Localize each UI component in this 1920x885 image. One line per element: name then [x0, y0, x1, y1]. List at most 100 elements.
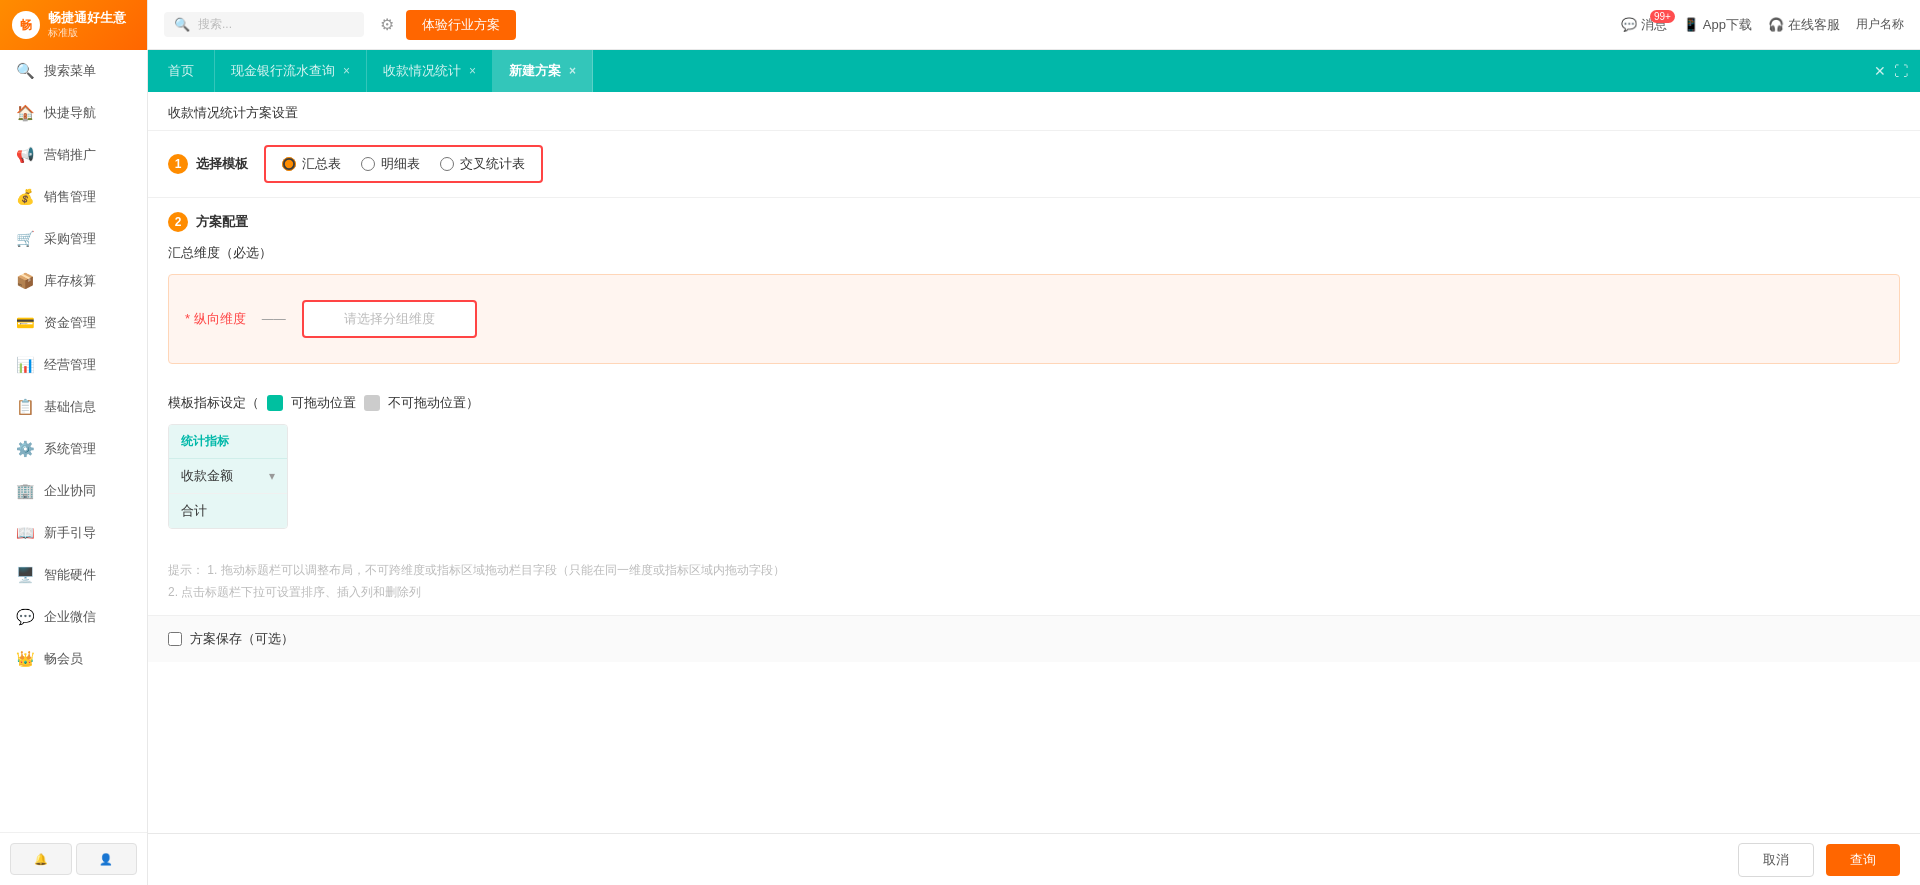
header-search-text: 搜索... — [198, 16, 232, 33]
metrics-subtotal: 合计 — [169, 494, 287, 528]
metrics-hint-row: 模板指标设定（ 可拖动位置 不可拖动位置） — [168, 394, 1900, 412]
sidebar-item-7[interactable]: 📊经营管理 — [0, 344, 147, 386]
radio-summary[interactable]: 汇总表 — [282, 155, 341, 173]
tab-close-3[interactable]: × — [569, 64, 576, 78]
page-content: 收款情况统计方案设置 1 选择模板 汇总表 明细 — [148, 92, 1920, 833]
dimension-area: * 纵向维度 —— 请选择分组维度 — [168, 274, 1900, 364]
sidebar-icon-3: 💰 — [16, 188, 34, 206]
step1-badge: 1 — [168, 154, 188, 174]
metrics-header: 统计指标 — [169, 425, 287, 459]
sidebar-icon-4: 🛒 — [16, 230, 34, 248]
tab-label-0: 首页 — [168, 62, 194, 80]
arrow-icon: —— — [262, 312, 286, 326]
message-badge[interactable]: 💬 消息 99+ — [1621, 16, 1667, 34]
query-button[interactable]: 查询 — [1826, 844, 1900, 876]
tip-2: 2. 点击标题栏下拉可设置排序、插入列和删除列 — [168, 582, 1900, 604]
sidebar-item-9[interactable]: ⚙️ 系统管理 — [0, 428, 147, 470]
sidebar-icon-1: 🏠 — [16, 104, 34, 122]
sidebar-label-8: 基础信息 — [44, 398, 96, 416]
sidebar-label-0: 搜索菜单 — [44, 62, 96, 80]
sidebar-item-0[interactable]: 🔍 搜索菜单 — [0, 50, 147, 92]
tab-1[interactable]: 现金银行流水查询 × — [215, 50, 367, 92]
footer-section: 方案保存（可选） — [148, 615, 1920, 662]
sidebar-bottom-btn-1[interactable]: 🔔 — [10, 843, 72, 875]
sidebar-item-13[interactable]: 💬企业微信 — [0, 596, 147, 638]
tab-label-1: 现金银行流水查询 — [231, 62, 335, 80]
sidebar-item-1[interactable]: 🏠 快捷导航 — [0, 92, 147, 134]
sidebar-label-14: 畅会员 — [44, 650, 83, 668]
app-name: 畅捷通好生意 — [48, 10, 126, 26]
sidebar-label-10: 企业协同 — [44, 482, 96, 500]
tab-0[interactable]: 首页 — [148, 50, 215, 92]
tab-close-1[interactable]: × — [343, 64, 350, 78]
sidebar-icon-11: 📖 — [16, 524, 34, 542]
sidebar-icon-5: 📦 — [16, 272, 34, 290]
sidebar-icon-12: 🖥️ — [16, 566, 34, 584]
download-label: App下载 — [1703, 16, 1752, 34]
top-header: 🔍 搜索... ⚙ 体验行业方案 💬 消息 99+ 📱 App下载 🎧 在线客服… — [148, 0, 1920, 50]
content-area: 收款情况统计方案设置 1 选择模板 汇总表 明细 — [148, 92, 1920, 833]
sidebar-item-3[interactable]: 💰销售管理 — [0, 176, 147, 218]
sidebar-icon-2: 📢 — [16, 146, 34, 164]
search-icon: 🔍 — [174, 17, 190, 32]
sidebar-item-14[interactable]: 👑 畅会员 — [0, 638, 147, 680]
sidebar-label-7: 经营管理 — [44, 356, 96, 374]
dimension-select[interactable]: 请选择分组维度 — [302, 300, 477, 338]
metrics-table-area: 统计指标 收款金额 ▾ 合计 — [168, 424, 288, 529]
settings-icon[interactable]: ⚙ — [380, 15, 394, 34]
tab-close-2[interactable]: × — [469, 64, 476, 78]
tab-label-3: 新建方案 — [509, 62, 561, 80]
metrics-section: 模板指标设定（ 可拖动位置 不可拖动位置） 统计指标 收款金额 ▾ 合计 — [148, 394, 1920, 548]
message-icon: 💬 — [1621, 17, 1637, 32]
sidebar-icon-8: 📋 — [16, 398, 34, 416]
sidebar-item-8[interactable]: 📋 基础信息 — [0, 386, 147, 428]
maximize-window-icon[interactable]: ⛶ — [1894, 63, 1908, 79]
step2-label: 方案配置 — [196, 213, 248, 231]
header-actions: 💬 消息 99+ 📱 App下载 🎧 在线客服 用户名称 — [1621, 16, 1904, 34]
tab-2[interactable]: 收款情况统计 × — [367, 50, 493, 92]
window-btns: ✕ ⛶ — [1874, 63, 1920, 79]
sidebar-item-4[interactable]: 🛒采购管理 — [0, 218, 147, 260]
message-count: 99+ — [1650, 10, 1675, 23]
save-checkbox[interactable] — [168, 632, 182, 646]
draggable-badge — [267, 395, 283, 411]
tab-bar: 首页 现金银行流水查询 × 收款情况统计 × 新建方案 × ✕ ⛶ — [148, 50, 1920, 92]
tip-1: 提示： 1. 拖动标题栏可以调整布局，不可跨维度或指标区域拖动栏目字段（只能在同… — [168, 560, 1900, 582]
sidebar-icon-0: 🔍 — [16, 62, 34, 80]
sidebar-icon-13: 💬 — [16, 608, 34, 626]
plan-config-section: 2 方案配置 汇总维度（必选） * 纵向维度 —— 请选择分组维度 — [148, 198, 1920, 394]
step1-label: 选择模板 — [196, 155, 248, 173]
bottom-action-bar: 取消 查询 — [148, 833, 1920, 885]
sidebar-item-2[interactable]: 📢 营销推广 — [0, 134, 147, 176]
radio-detail[interactable]: 明细表 — [361, 155, 420, 173]
cancel-button[interactable]: 取消 — [1738, 843, 1814, 877]
sidebar-label-11: 新手引导 — [44, 524, 96, 542]
sidebar-item-6[interactable]: 💳资金管理 — [0, 302, 147, 344]
dropdown-icon[interactable]: ▾ — [269, 469, 275, 483]
trial-btn[interactable]: 体验行业方案 — [406, 10, 516, 40]
dimension-section-title: 汇总维度（必选） — [168, 244, 1900, 262]
fixed-badge — [364, 395, 380, 411]
sidebar-label-12: 智能硬件 — [44, 566, 96, 584]
sidebar-item-10[interactable]: 🏢企业协同 — [0, 470, 147, 512]
sidebar-icon-9: ⚙️ — [16, 440, 34, 458]
sidebar-label-2: 营销推广 — [44, 146, 96, 164]
download-link[interactable]: 📱 App下载 — [1683, 16, 1752, 34]
sidebar-item-12[interactable]: 🖥️ 智能硬件 — [0, 554, 147, 596]
sidebar-item-11[interactable]: 📖 新手引导 — [0, 512, 147, 554]
sidebar-icon-14: 👑 — [16, 650, 34, 668]
logo-icon: 畅 — [12, 11, 40, 39]
service-link[interactable]: 🎧 在线客服 — [1768, 16, 1840, 34]
sidebar-label-1: 快捷导航 — [44, 104, 96, 122]
sidebar-label-9: 系统管理 — [44, 440, 96, 458]
radio-cross[interactable]: 交叉统计表 — [440, 155, 525, 173]
sidebar-label-6: 资金管理 — [44, 314, 96, 332]
close-window-icon[interactable]: ✕ — [1874, 63, 1886, 79]
sidebar-item-5[interactable]: 📦库存核算 — [0, 260, 147, 302]
tab-label-2: 收款情况统计 — [383, 62, 461, 80]
sidebar-bottom-btn-2[interactable]: 👤 — [76, 843, 138, 875]
header-search-area[interactable]: 🔍 搜索... — [164, 12, 364, 37]
metrics-item-revenue: 收款金额 ▾ — [169, 459, 287, 494]
step2-badge: 2 — [168, 212, 188, 232]
tab-3[interactable]: 新建方案 × — [493, 50, 593, 92]
